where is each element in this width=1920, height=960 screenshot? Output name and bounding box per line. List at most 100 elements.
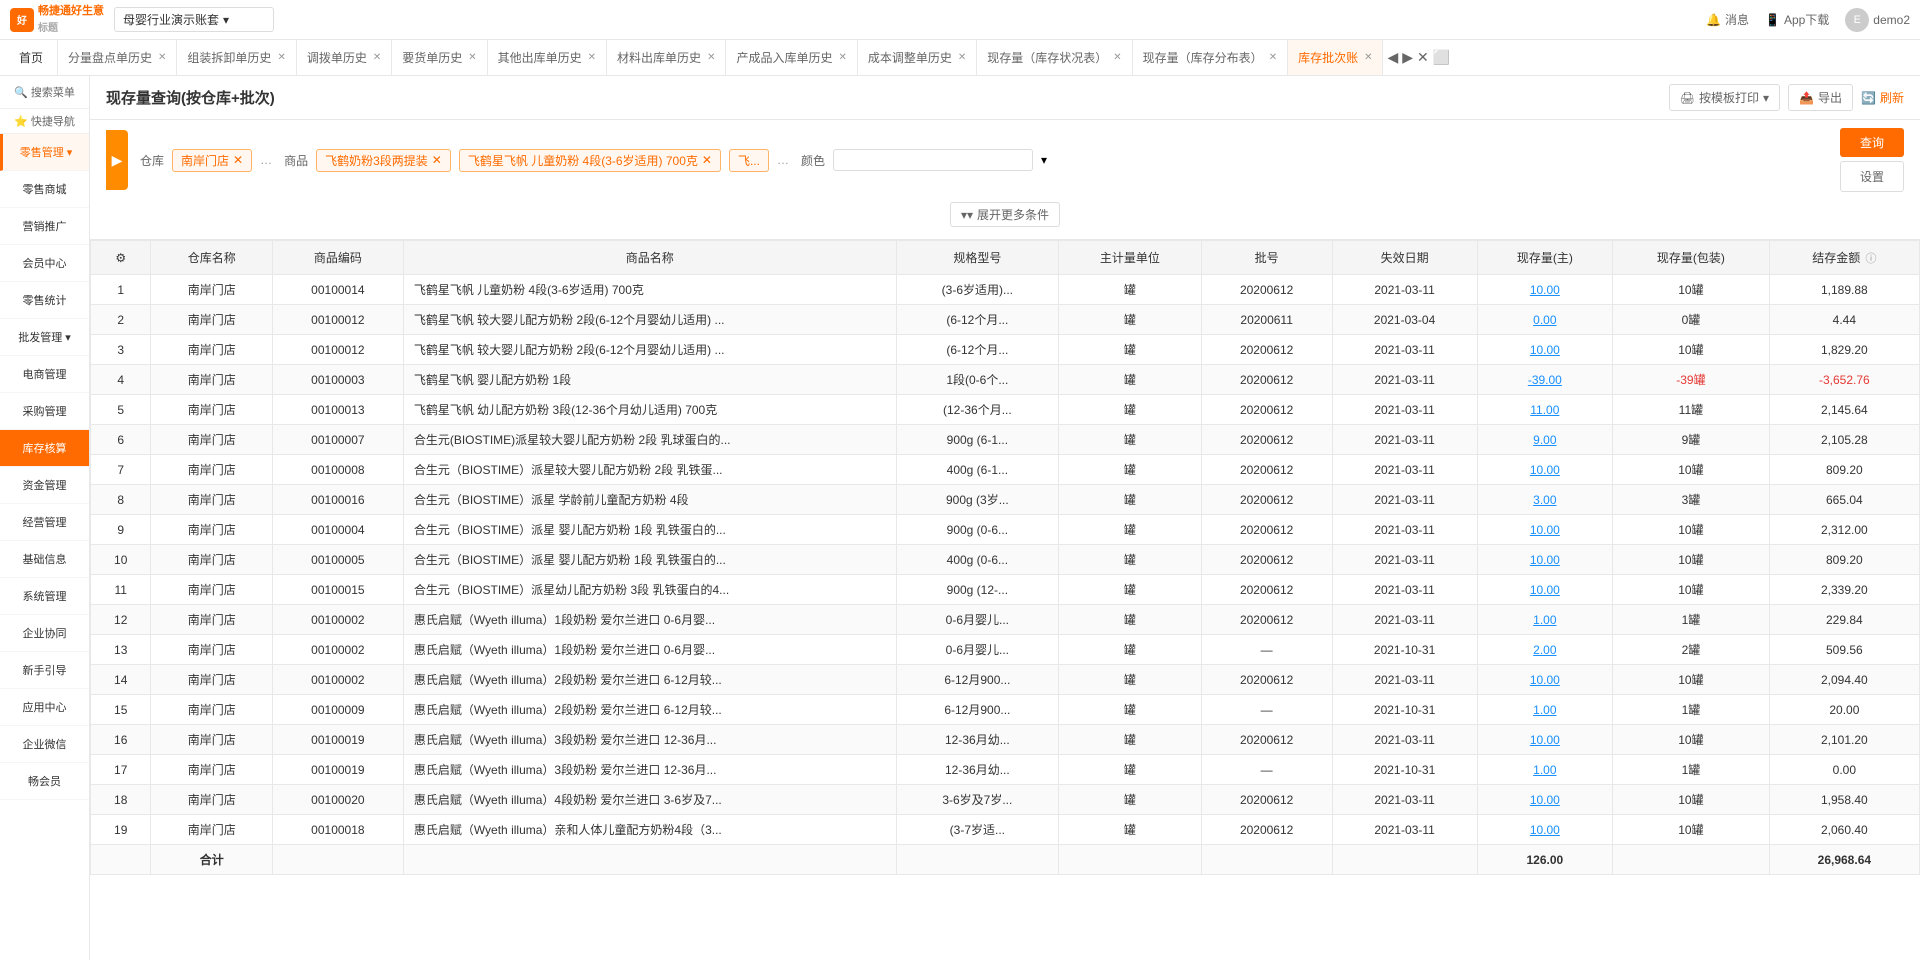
- tab-7[interactable]: 产成品入库单历史✕: [726, 40, 857, 76]
- cell-qty-main[interactable]: 1.00: [1477, 755, 1613, 785]
- store-selector[interactable]: 母婴行业演示账套 ▾: [114, 7, 274, 32]
- template-print-btn[interactable]: 🖨 按模板打印 ▾: [1669, 84, 1780, 111]
- sidebar-item-member[interactable]: 会员中心: [0, 245, 89, 282]
- warehouse-tag-close[interactable]: ✕: [233, 153, 243, 167]
- sidebar-search[interactable]: 🔍 搜索菜单: [0, 76, 89, 109]
- tab-close-10[interactable]: ✕: [1269, 52, 1277, 63]
- sidebar-quicknav[interactable]: ⭐ 快捷导航: [0, 109, 89, 134]
- cell-no: 7: [91, 455, 151, 485]
- tab-maximize-btn[interactable]: ⬜: [1433, 49, 1450, 66]
- product-tag2-close[interactable]: ✕: [702, 153, 712, 167]
- cell-qty-main[interactable]: 3.00: [1477, 485, 1613, 515]
- sidebar-item-ecommerce[interactable]: 电商管理: [0, 356, 89, 393]
- cell-qty-main[interactable]: 10.00: [1477, 815, 1613, 845]
- sidebar-item-retail-mgmt[interactable]: 零售管理 ▾: [0, 134, 89, 171]
- cell-warehouse: 南岸门店: [151, 575, 272, 605]
- sidebar-item-purchase[interactable]: 采购管理: [0, 393, 89, 430]
- tab-5[interactable]: 其他出库单历史✕: [488, 40, 607, 76]
- cell-qty-main[interactable]: 10.00: [1477, 545, 1613, 575]
- warehouse-more[interactable]: …: [260, 153, 272, 167]
- cell-qty-main[interactable]: 10.00: [1477, 275, 1613, 305]
- tab-close-3[interactable]: ✕: [373, 52, 381, 63]
- tab-2[interactable]: 组装拆卸单历史✕: [177, 40, 296, 76]
- sidebar-item-retail-mall[interactable]: 零售商城: [0, 171, 89, 208]
- product-more[interactable]: …: [777, 153, 789, 167]
- tab-close-2[interactable]: ✕: [277, 52, 285, 63]
- cell-unit: 罐: [1059, 365, 1202, 395]
- cell-batch: 20200612: [1201, 395, 1332, 425]
- cell-qty-main[interactable]: 1.00: [1477, 695, 1613, 725]
- color-dropdown-arrow[interactable]: ▾: [1041, 153, 1047, 167]
- tab-close-7[interactable]: ✕: [838, 52, 846, 63]
- sidebar-item-appcenter[interactable]: 应用中心: [0, 689, 89, 726]
- app-download-btn[interactable]: 📱 App下载: [1765, 11, 1829, 28]
- tab-close-all-btn[interactable]: ✕: [1417, 49, 1429, 66]
- tab-3[interactable]: 调拨单历史✕: [297, 40, 392, 76]
- tab-1[interactable]: 分量盘点单历史✕: [58, 40, 177, 76]
- sidebar-item-retail-stats[interactable]: 零售统计: [0, 282, 89, 319]
- sidebar-item-operation[interactable]: 经营管理: [0, 504, 89, 541]
- tab-close-5[interactable]: ✕: [588, 52, 596, 63]
- sidebar-item-wechat[interactable]: 企业微信: [0, 726, 89, 763]
- cell-qty-main[interactable]: 0.00: [1477, 305, 1613, 335]
- tab-close-11[interactable]: ✕: [1364, 52, 1372, 63]
- user-avatar[interactable]: E demo2: [1845, 8, 1910, 32]
- cell-qty-main[interactable]: -39.00: [1477, 365, 1613, 395]
- tab-11[interactable]: 库存批次账✕: [1288, 40, 1383, 76]
- tab-6[interactable]: 材料出库单历史✕: [607, 40, 726, 76]
- cell-qty-main[interactable]: 1.00: [1477, 605, 1613, 635]
- product-tag-3[interactable]: 飞...: [729, 149, 769, 172]
- sidebar-item-wholesale[interactable]: 批发管理 ▾: [0, 319, 89, 356]
- sidebar-item-system[interactable]: 系统管理: [0, 578, 89, 615]
- tab-home[interactable]: 首页: [5, 40, 58, 76]
- cell-qty-main[interactable]: 10.00: [1477, 335, 1613, 365]
- tab-10[interactable]: 现存量（库存分布表）✕: [1133, 40, 1288, 76]
- sidebar-item-enterprise[interactable]: 企业协同: [0, 615, 89, 652]
- tab-4[interactable]: 要货单历史✕: [392, 40, 487, 76]
- tab-close-6[interactable]: ✕: [707, 52, 715, 63]
- message-btn[interactable]: 🔔 消息: [1706, 11, 1749, 28]
- export-btn[interactable]: 📤 导出: [1788, 84, 1853, 111]
- cell-qty-main[interactable]: 10.00: [1477, 785, 1613, 815]
- query-btn[interactable]: 查询: [1840, 128, 1904, 157]
- sidebar-item-newbie[interactable]: 新手引导: [0, 652, 89, 689]
- tab-8[interactable]: 成本调整单历史✕: [858, 40, 977, 76]
- cell-amount: 229.84: [1769, 605, 1919, 635]
- cell-unit: 罐: [1059, 335, 1202, 365]
- sidebar-item-inventory[interactable]: 库存核算: [0, 430, 89, 467]
- cell-warehouse: 南岸门店: [151, 635, 272, 665]
- tab-prev-btn[interactable]: ◀: [1387, 49, 1398, 66]
- cell-qty-main[interactable]: 11.00: [1477, 395, 1613, 425]
- col-settings[interactable]: ⚙: [91, 241, 151, 275]
- warehouse-tag[interactable]: 南岸门店 ✕: [172, 149, 252, 172]
- cell-qty-main[interactable]: 10.00: [1477, 725, 1613, 755]
- product-tag-2[interactable]: 飞鹤星飞帆 儿童奶粉 4段(3-6岁适用) 700克 ✕: [459, 149, 721, 172]
- tab-close-9[interactable]: ✕: [1113, 52, 1121, 63]
- cell-qty-main[interactable]: 2.00: [1477, 635, 1613, 665]
- product-tag1-close[interactable]: ✕: [432, 153, 442, 167]
- cell-qty-main[interactable]: 10.00: [1477, 455, 1613, 485]
- tab-close-1[interactable]: ✕: [158, 52, 166, 63]
- cell-unit: 罐: [1059, 455, 1202, 485]
- cell-qty-main[interactable]: 10.00: [1477, 575, 1613, 605]
- tab-9[interactable]: 现存量（库存状况表）✕: [977, 40, 1132, 76]
- sidebar-item-basic[interactable]: 基础信息: [0, 541, 89, 578]
- tab-close-4[interactable]: ✕: [468, 52, 476, 63]
- expand-filter-btn[interactable]: ▾▾ 展开更多条件: [950, 202, 1060, 227]
- toggle-filter-btn[interactable]: ▶: [106, 130, 128, 190]
- tab-close-8[interactable]: ✕: [958, 52, 966, 63]
- color-input[interactable]: [833, 149, 1033, 171]
- product-tag-1[interactable]: 飞鹤奶粉3段两提装 ✕: [316, 149, 451, 172]
- tab-next-btn[interactable]: ▶: [1402, 49, 1413, 66]
- sidebar-item-marketing[interactable]: 营销推广: [0, 208, 89, 245]
- cell-qty-main[interactable]: 9.00: [1477, 425, 1613, 455]
- settings-btn[interactable]: 设置: [1840, 161, 1904, 192]
- amount-info-icon[interactable]: ⓘ: [1866, 253, 1877, 265]
- sidebar-item-finance[interactable]: 资金管理: [0, 467, 89, 504]
- cell-qty-main[interactable]: 10.00: [1477, 665, 1613, 695]
- cell-qty-main[interactable]: 10.00: [1477, 515, 1613, 545]
- refresh-btn[interactable]: 🔄 刷新: [1861, 89, 1904, 106]
- cell-unit: 罐: [1059, 695, 1202, 725]
- app-sub: 标题: [38, 19, 104, 34]
- sidebar-item-member2[interactable]: 畅会员: [0, 763, 89, 800]
